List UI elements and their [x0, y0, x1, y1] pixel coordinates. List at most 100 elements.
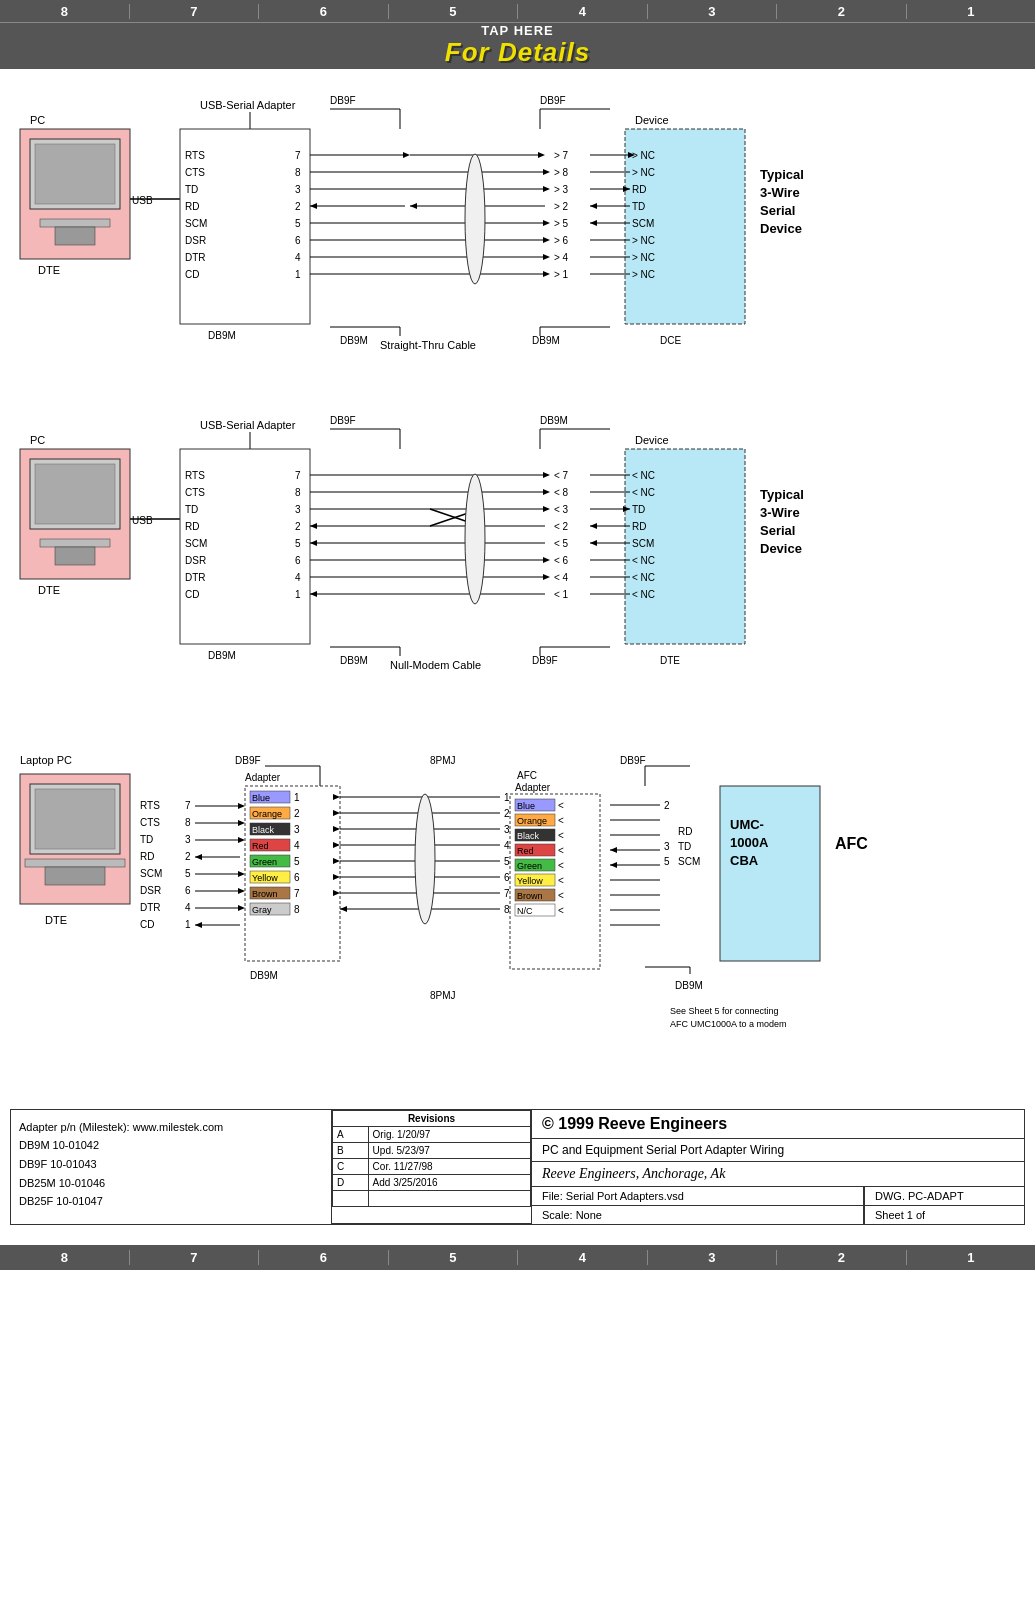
footer: 8 7 6 5 4 3 2 1: [0, 1245, 1035, 1270]
svg-text:Serial: Serial: [760, 523, 795, 538]
svg-marker-202: [238, 820, 245, 826]
footer-col-8: 8: [0, 1250, 130, 1265]
svg-text:Brown: Brown: [517, 891, 543, 901]
tap-here-text[interactable]: TAP HERE: [481, 23, 554, 38]
svg-marker-208: [238, 871, 245, 877]
dte-label-1: DTE: [38, 264, 60, 276]
svg-text:3: 3: [295, 504, 301, 515]
svg-text:> NC: > NC: [632, 269, 655, 280]
scale-label: Scale: None: [531, 1206, 864, 1224]
svg-text:Laptop PC: Laptop PC: [20, 754, 72, 766]
svg-text:Brown: Brown: [252, 889, 278, 899]
rev-row-b: B Upd. 5/23/97: [333, 1142, 531, 1158]
svg-text:Typical: Typical: [760, 487, 804, 502]
footer-col-4: 4: [518, 1250, 648, 1265]
svg-text:USB: USB: [132, 515, 153, 526]
svg-text:Yellow: Yellow: [517, 876, 543, 886]
scale-block: Scale: None Sheet 1 of: [531, 1205, 1024, 1224]
svg-text:8: 8: [295, 487, 301, 498]
svg-text:DB9M: DB9M: [540, 415, 568, 426]
svg-text:Red: Red: [517, 846, 534, 856]
svg-text:Gray: Gray: [252, 905, 272, 915]
svg-text:3: 3: [664, 841, 670, 852]
svg-text:7: 7: [295, 470, 301, 481]
svg-text:Null-Modem Cable: Null-Modem Cable: [390, 659, 481, 671]
svg-text:8: 8: [185, 817, 191, 828]
svg-text:4: 4: [185, 902, 191, 913]
svg-text:CTS: CTS: [140, 817, 160, 828]
rev-row-e: [333, 1190, 531, 1206]
svg-text:7: 7: [504, 888, 510, 899]
main-content: PC DTE USB USB-Serial Adapter RTS CTS TD…: [0, 69, 1035, 1245]
svg-text:RD: RD: [632, 184, 646, 195]
svg-text:> 5: > 5: [554, 218, 569, 229]
svg-marker-33: [543, 186, 550, 192]
svg-marker-37: [410, 203, 417, 209]
svg-text:< 7: < 7: [554, 470, 569, 481]
device-label-1: Device: [635, 114, 669, 126]
svg-marker-306: [610, 847, 617, 853]
db9f-label1-1: DB9F: [330, 95, 356, 106]
svg-text:< NC: < NC: [632, 572, 655, 583]
svg-rect-181: [45, 867, 105, 885]
file-label: File: Serial Port Adapters.vsd: [531, 1187, 864, 1205]
svg-text:Green: Green: [517, 861, 542, 871]
svg-text:8PMJ: 8PMJ: [430, 990, 456, 1001]
db9f-label2-1: DB9F: [540, 95, 566, 106]
svg-rect-2: [40, 219, 110, 227]
svg-marker-121: [543, 506, 550, 512]
rev-b-letter: B: [333, 1142, 369, 1158]
diagram1-svg: PC DTE USB USB-Serial Adapter RTS CTS TD…: [10, 79, 1025, 399]
svg-text:Blue: Blue: [252, 793, 270, 803]
svg-text:2: 2: [295, 521, 301, 532]
svg-text:4: 4: [504, 840, 510, 851]
svg-marker-214: [195, 922, 202, 928]
svg-text:CBA: CBA: [730, 853, 759, 868]
svg-text:< 5: < 5: [554, 538, 569, 549]
svg-marker-119: [543, 489, 550, 495]
rev-a-desc: Orig. 1/20/97: [368, 1126, 530, 1142]
svg-text:Serial: Serial: [760, 203, 795, 218]
svg-marker-131: [543, 574, 550, 580]
svg-text:3: 3: [185, 834, 191, 845]
svg-text:Red: Red: [252, 841, 269, 851]
svg-text:DB9M: DB9M: [250, 970, 278, 981]
adapter-label-1: USB-Serial Adapter: [200, 99, 296, 111]
svg-text:DB9F: DB9F: [532, 655, 558, 666]
svg-rect-3: [55, 227, 95, 245]
svg-text:SCM: SCM: [632, 538, 654, 549]
svg-text:> 3: > 3: [554, 184, 569, 195]
db25m-pn: DB25M 10-01046: [19, 1174, 323, 1193]
svg-marker-204: [238, 837, 245, 843]
title-left: Adapter p/n (Milestek): www.milestek.com…: [11, 1110, 331, 1224]
svg-text:RD: RD: [140, 851, 154, 862]
svg-text:TD: TD: [185, 184, 198, 195]
svg-text:1: 1: [295, 269, 301, 280]
svg-marker-133: [310, 591, 317, 597]
svg-text:DB9M: DB9M: [340, 335, 368, 346]
svg-marker-200: [238, 803, 245, 809]
svg-text:5: 5: [295, 218, 301, 229]
svg-text:4: 4: [295, 572, 301, 583]
svg-text:2: 2: [664, 800, 670, 811]
for-details-text[interactable]: For Details: [445, 38, 590, 67]
revisions-table: Revisions A Orig. 1/20/97 B Upd. 5/23/97: [332, 1110, 531, 1207]
svg-text:5: 5: [295, 538, 301, 549]
svg-text:DB9F: DB9F: [620, 755, 646, 766]
rev-c-letter: C: [333, 1158, 369, 1174]
svg-text:CD: CD: [185, 589, 199, 600]
svg-text:DSR: DSR: [185, 555, 206, 566]
svg-point-134: [465, 474, 485, 604]
svg-text:2: 2: [185, 851, 191, 862]
header-col-8: 8: [0, 4, 130, 19]
svg-text:UMC-: UMC-: [730, 817, 764, 832]
svg-text:Device: Device: [760, 221, 802, 236]
svg-marker-206: [195, 854, 202, 860]
svg-text:> 6: > 6: [554, 235, 569, 246]
svg-text:6: 6: [504, 872, 510, 883]
cable-label-1: Straight-Thru Cable: [380, 339, 476, 351]
svg-text:< NC: < NC: [632, 555, 655, 566]
svg-text:Black: Black: [252, 825, 275, 835]
svg-text:4: 4: [295, 252, 301, 263]
svg-text:> 7: > 7: [554, 150, 569, 161]
